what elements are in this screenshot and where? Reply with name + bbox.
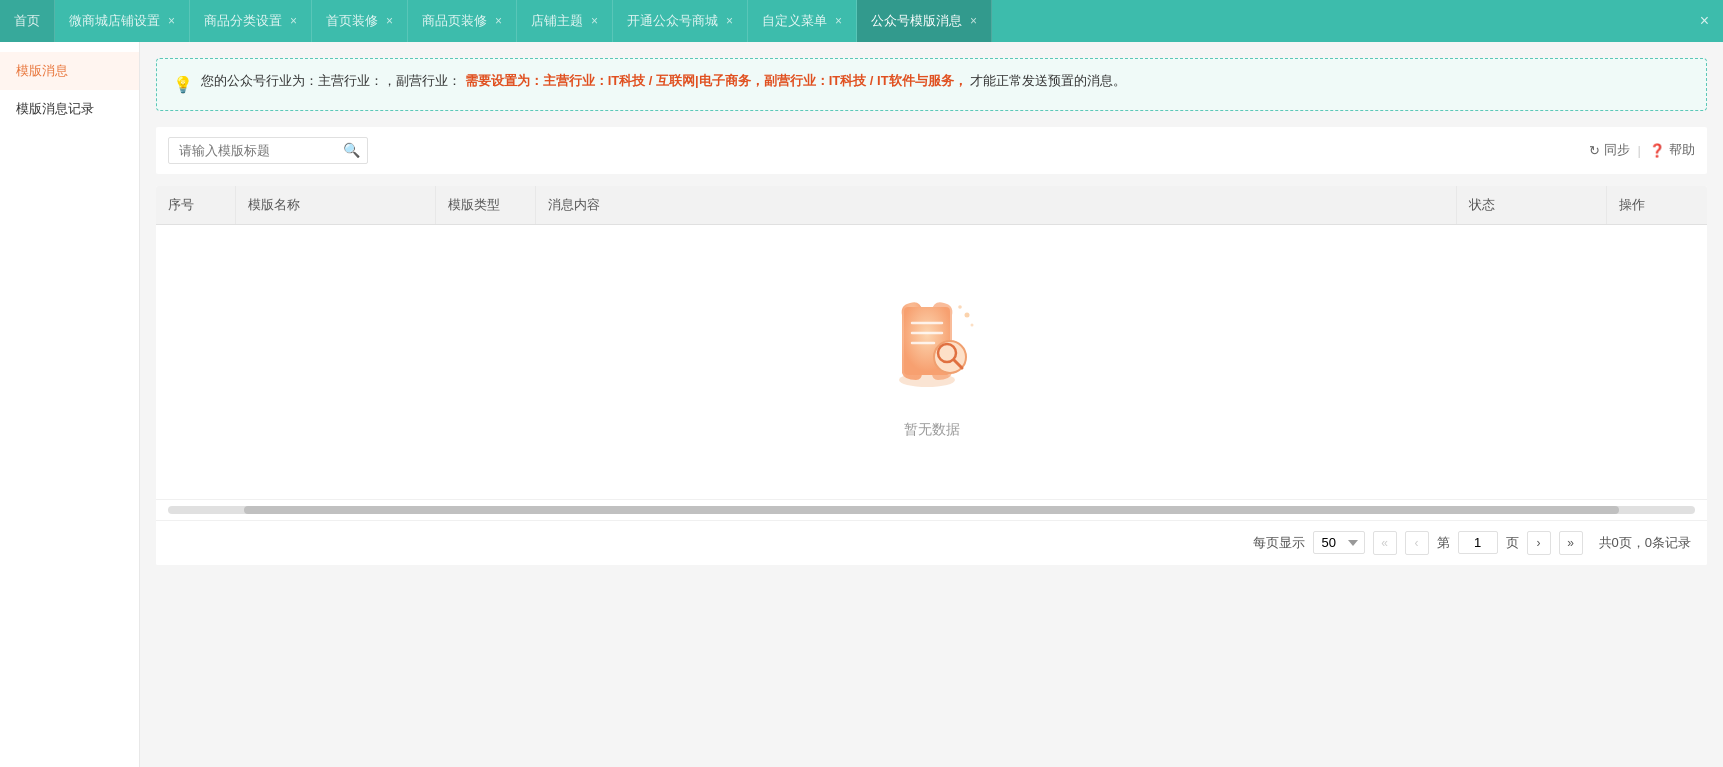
product-decor-tab-label: 商品页装修 <box>422 12 487 30</box>
open-shop-tab-label: 开通公众号商城 <box>627 12 718 30</box>
empty-state: 暂无数据 <box>156 225 1707 499</box>
svg-point-8 <box>964 312 969 317</box>
sidebar-item-template-msg-log-label: 模版消息记录 <box>16 101 94 116</box>
th-status: 状态 <box>1457 186 1607 224</box>
content-area: 💡 您的公众号行业为：主营行业：，副营行业： 需要设置为：主营行业：IT科技 /… <box>140 42 1723 767</box>
per-page-select[interactable]: 50 10 20 100 <box>1313 531 1365 554</box>
divider: | <box>1638 143 1641 158</box>
th-content: 消息内容 <box>536 186 1457 224</box>
th-ops: 操作 <box>1607 186 1707 224</box>
micro-shop-tab-label: 微商城店铺设置 <box>69 12 160 30</box>
svg-point-10 <box>958 305 962 309</box>
search-icon: 🔍 <box>343 142 360 158</box>
main-layout: 模版消息 模版消息记录 💡 您的公众号行业为：主营行业：，副营行业： 需要设置为… <box>0 42 1723 767</box>
home-tab-label: 首页 <box>14 12 40 30</box>
next-page-icon: › <box>1537 536 1541 550</box>
notice-icon: 💡 <box>173 72 193 98</box>
micro-shop-close-icon[interactable]: × <box>168 14 175 28</box>
page-label: 第 <box>1437 534 1450 552</box>
scrollbar-thumb[interactable] <box>244 506 1618 514</box>
notice-box: 💡 您的公众号行业为：主营行业：，副营行业： 需要设置为：主营行业：IT科技 /… <box>156 58 1707 111</box>
per-page-label: 每页显示 <box>1253 534 1305 552</box>
template-msg-tab-label: 公众号模版消息 <box>871 12 962 30</box>
th-seq: 序号 <box>156 186 236 224</box>
help-icon: ❓ <box>1649 143 1665 158</box>
nav-tab-home-decor[interactable]: 首页装修 × <box>312 0 408 42</box>
product-category-close-icon[interactable]: × <box>290 14 297 28</box>
help-button[interactable]: ❓ 帮助 <box>1649 141 1695 159</box>
shop-theme-tab-label: 店铺主题 <box>531 12 583 30</box>
close-all-button[interactable]: × <box>1686 12 1723 30</box>
search-button[interactable]: 🔍 <box>343 142 360 158</box>
open-shop-close-icon[interactable]: × <box>726 14 733 28</box>
sync-label: 同步 <box>1604 141 1630 159</box>
notice-suffix: 才能正常发送预置的消息。 <box>970 73 1126 88</box>
page-unit: 页 <box>1506 534 1519 552</box>
th-name: 模版名称 <box>236 186 436 224</box>
svg-point-9 <box>970 323 973 326</box>
nav-tab-product-category[interactable]: 商品分类设置 × <box>190 0 312 42</box>
sidebar: 模版消息 模版消息记录 <box>0 42 140 767</box>
custom-menu-close-icon[interactable]: × <box>835 14 842 28</box>
custom-menu-tab-label: 自定义菜单 <box>762 12 827 30</box>
next-page-button[interactable]: › <box>1527 531 1551 555</box>
home-decor-close-icon[interactable]: × <box>386 14 393 28</box>
sidebar-item-template-msg-label: 模版消息 <box>16 63 68 78</box>
first-page-icon: « <box>1381 536 1388 550</box>
last-page-button[interactable]: » <box>1559 531 1583 555</box>
nav-tab-template-msg[interactable]: 公众号模版消息 × <box>857 0 992 42</box>
notice-highlight: 需要设置为：主营行业：IT科技 / 互联网|电子商务，副营行业：IT科技 / I… <box>465 73 967 88</box>
template-msg-close-icon[interactable]: × <box>970 14 977 28</box>
empty-illustration <box>872 285 992 405</box>
sync-button[interactable]: ↻ 同步 <box>1589 141 1630 159</box>
empty-text: 暂无数据 <box>904 421 960 439</box>
search-input[interactable] <box>168 137 368 164</box>
nav-tab-home[interactable]: 首页 <box>0 0 55 42</box>
th-type: 模版类型 <box>436 186 536 224</box>
fake-scrollbar[interactable] <box>168 506 1695 514</box>
notice-prefix: 您的公众号行业为：主营行业：，副营行业： <box>201 73 461 88</box>
table-header: 序号 模版名称 模版类型 消息内容 状态 操作 <box>156 186 1707 225</box>
last-page-icon: » <box>1567 536 1574 550</box>
nav-tab-micro-shop[interactable]: 微商城店铺设置 × <box>55 0 190 42</box>
product-category-tab-label: 商品分类设置 <box>204 12 282 30</box>
nav-tab-product-decor[interactable]: 商品页装修 × <box>408 0 517 42</box>
toolbar: 🔍 ↻ 同步 | ❓ 帮助 <box>156 127 1707 174</box>
sidebar-item-template-msg[interactable]: 模版消息 <box>0 52 139 90</box>
notice-text: 您的公众号行业为：主营行业：，副营行业： 需要设置为：主营行业：IT科技 / 互… <box>201 71 1126 92</box>
first-page-button[interactable]: « <box>1373 531 1397 555</box>
total-info: 共0页，0条记录 <box>1599 534 1691 552</box>
pagination: 每页显示 50 10 20 100 « ‹ 第 页 › <box>156 520 1707 565</box>
help-label: 帮助 <box>1669 141 1695 159</box>
nav-tab-shop-theme[interactable]: 店铺主题 × <box>517 0 613 42</box>
top-nav: 首页 微商城店铺设置 × 商品分类设置 × 首页装修 × 商品页装修 × 店铺主… <box>0 0 1723 42</box>
search-input-wrap: 🔍 <box>168 137 368 164</box>
home-decor-tab-label: 首页装修 <box>326 12 378 30</box>
refresh-icon: ↻ <box>1589 143 1600 158</box>
scrollbar-area <box>156 499 1707 520</box>
shop-theme-close-icon[interactable]: × <box>591 14 598 28</box>
prev-page-button[interactable]: ‹ <box>1405 531 1429 555</box>
toolbar-actions: ↻ 同步 | ❓ 帮助 <box>1589 141 1695 159</box>
page-input[interactable] <box>1458 531 1498 554</box>
prev-page-icon: ‹ <box>1415 536 1419 550</box>
product-decor-close-icon[interactable]: × <box>495 14 502 28</box>
sidebar-item-template-msg-log[interactable]: 模版消息记录 <box>0 90 139 128</box>
table-wrap: 序号 模版名称 模版类型 消息内容 状态 操作 <box>156 186 1707 565</box>
nav-tab-custom-menu[interactable]: 自定义菜单 × <box>748 0 857 42</box>
nav-tab-open-shop[interactable]: 开通公众号商城 × <box>613 0 748 42</box>
